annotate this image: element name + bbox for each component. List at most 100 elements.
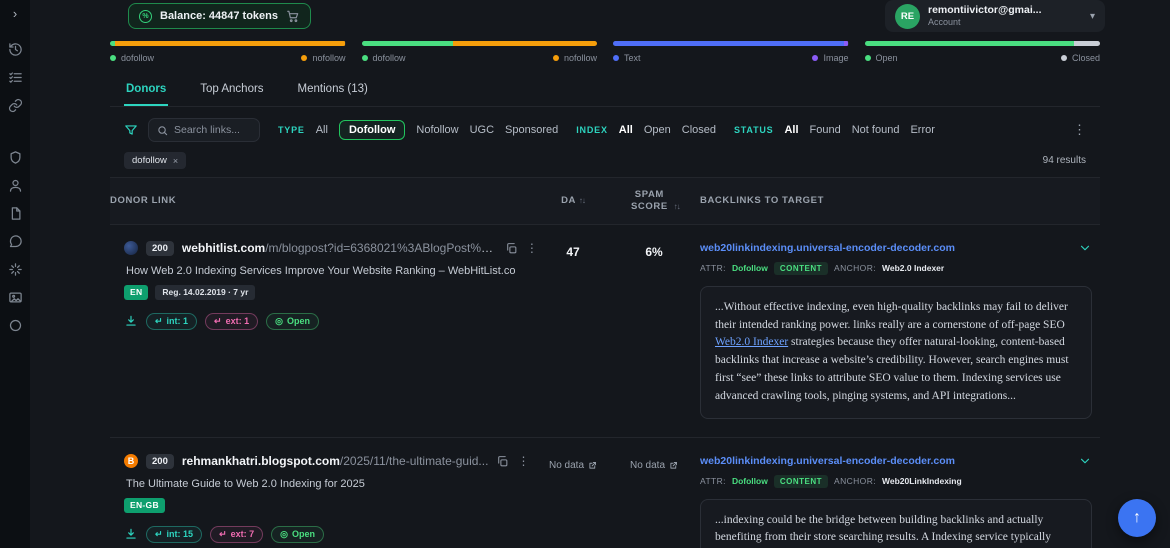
stat-dofollow-nofollow-1: dofollownofollow [110,41,346,63]
stat-dofollow-nofollow-2: dofollownofollow [362,41,598,63]
registration-badge: Reg. 14.02.2019 · 7 yr [155,285,255,300]
target-link[interactable]: web20linkindexing.universal-encoder-deco… [700,242,955,254]
sort-icon[interactable]: ↑↓ [579,196,585,205]
active-filters-row: dofollow× 94 results [110,151,1100,177]
chevron-down-icon[interactable]: ▾ [1090,11,1095,22]
header-da[interactable]: DA ↑↓ [538,184,608,217]
chevron-down-icon[interactable] [1078,454,1092,468]
tab-mentions[interactable]: Mentions (13) [296,75,370,106]
attr-value: Dofollow [732,263,768,273]
integrations-icon[interactable] [8,262,23,277]
external-links-chip[interactable]: ↵ext: 7 [210,526,263,543]
gallery-icon[interactable] [8,290,23,305]
index-option-closed[interactable]: Closed [682,124,716,136]
anchor-text-link[interactable]: Web2.0 Indexer [715,336,788,348]
status-option-found[interactable]: Found [810,124,841,136]
table-row: 200 webhitlist.com/m/blogpost?id=6368021… [110,225,1100,438]
index-option-all[interactable]: All [619,124,633,136]
da-cell: 47 [538,241,608,259]
spam-cell: 6% [608,241,700,259]
index-open-chip[interactable]: ◎Open [271,526,324,543]
progress-bar [110,41,346,46]
close-icon[interactable]: × [173,156,178,166]
account-menu[interactable]: RE remontiivictor@gmai... Account ▾ [885,0,1105,32]
legend-dot [362,55,368,61]
type-option-dofollow[interactable]: Dofollow [339,120,405,140]
active-filter-chip[interactable]: dofollow× [124,152,186,169]
attr-value: Dofollow [732,476,768,486]
tab-donors[interactable]: Donors [124,75,168,106]
header-spam-score[interactable]: SPAM SCORE ↑↓ [608,178,700,224]
more-options-icon[interactable]: ⋮ [1073,122,1086,138]
type-option-all[interactable]: All [316,124,328,136]
type-option-sponsored[interactable]: Sponsored [505,124,558,136]
download-icon[interactable] [124,527,138,541]
no-data-link[interactable]: No data [549,454,597,471]
copy-icon[interactable] [505,242,518,255]
attr-label: ATTR: [700,476,726,486]
index-open-chip[interactable]: ◎Open [266,313,319,330]
row-menu-icon[interactable]: ⋮ [517,454,529,468]
search-input[interactable] [174,124,251,136]
status-option-error[interactable]: Error [910,124,934,136]
context-quote: ...indexing could be the bridge between … [700,499,1092,548]
expand-sidebar-icon[interactable]: › [13,6,17,21]
site-favicon [124,241,138,255]
context-quote: ...Without effective indexing, even high… [700,286,1092,419]
history-icon[interactable] [8,42,23,57]
type-option-nofollow[interactable]: Nofollow [416,124,458,136]
donor-url[interactable]: rehmankhatri.blogspot.com/2025/11/the-ul… [182,454,489,468]
documents-icon[interactable] [8,206,23,221]
checklist-icon[interactable] [8,70,23,85]
spam-cell: No data [608,454,700,471]
legend-dot [865,55,871,61]
type-option-ugc[interactable]: UGC [470,124,494,136]
results-count: 94 results [1043,155,1086,166]
row-menu-icon[interactable]: ⋮ [526,241,538,255]
legend-left: dofollow [362,53,406,63]
monitor-icon[interactable] [8,318,23,333]
anchor-value: Web20LinkIndexing [882,476,962,486]
external-link-icon [669,461,678,470]
sort-icon[interactable]: ↑↓ [674,202,680,211]
header-donor-link: DONOR LINK [110,184,538,217]
status-option-all[interactable]: All [784,124,798,136]
legend-dot [1061,55,1067,61]
internal-links-chip[interactable]: ↵int: 1 [146,313,197,330]
download-icon[interactable] [124,314,138,328]
legend-dot [301,55,307,61]
token-icon: % [139,10,152,23]
copy-icon[interactable] [496,455,509,468]
external-links-chip[interactable]: ↵ext: 1 [205,313,258,330]
scroll-to-top-button[interactable]: ↑ [1118,499,1156,537]
profile-icon[interactable] [8,178,23,193]
legend-right: Image [812,53,848,63]
donor-url[interactable]: webhitlist.com/m/blogpost?id=6368021%3AB… [182,241,497,255]
target-cell: web20linkindexing.universal-encoder-deco… [700,454,1100,548]
cart-icon[interactable] [286,9,300,23]
chevron-down-icon[interactable] [1078,241,1092,255]
anchor-label: ANCHOR: [834,263,876,273]
search-box [148,118,260,142]
status-option-not-found[interactable]: Not found [852,124,900,136]
no-data-link[interactable]: No data [630,454,678,471]
topbar: % Balance: 44847 tokens RE remontiivicto… [110,0,1100,32]
stats-bars: dofollownofollow dofollownofollow Text Im… [110,41,1100,63]
language-badge: EN-GB [124,498,165,513]
tab-top-anchors[interactable]: Top Anchors [198,75,265,106]
filter-group-status: STATUS All Found Not found Error [734,124,935,136]
filter-group-type: TYPE All Dofollow Nofollow UGC Sponsored [278,120,558,140]
target-link[interactable]: web20linkindexing.universal-encoder-deco… [700,455,955,467]
search-icon [157,125,168,136]
legend-left: Text [613,53,641,63]
filter-icon[interactable] [124,123,138,137]
internal-links-chip[interactable]: ↵int: 15 [146,526,202,543]
index-option-open[interactable]: Open [644,124,671,136]
target-cell: web20linkindexing.universal-encoder-deco… [700,241,1100,419]
balance-badge[interactable]: % Balance: 44847 tokens [128,3,311,29]
links-icon[interactable] [8,98,23,113]
shield-icon[interactable] [8,150,23,165]
status-badge: 200 [146,454,174,469]
filter-group-index: INDEX All Open Closed [576,124,716,136]
comments-icon[interactable] [8,234,23,249]
